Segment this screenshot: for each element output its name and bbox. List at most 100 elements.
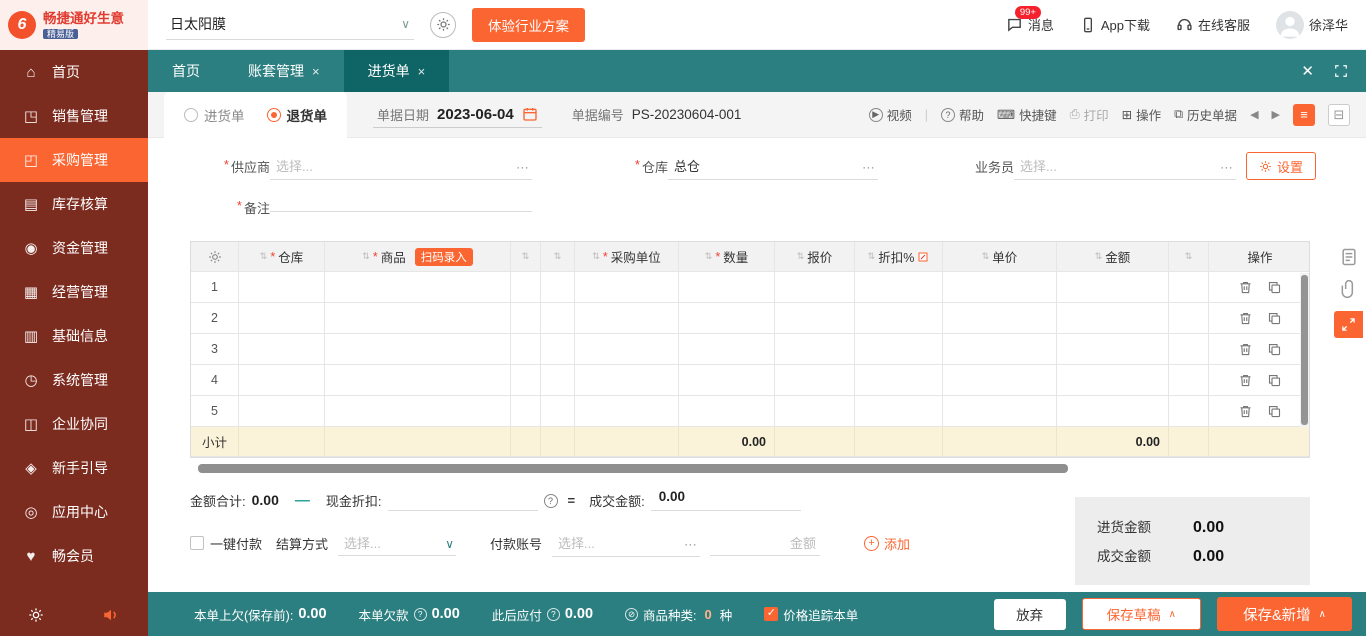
sort-icon[interactable]: ⇅ <box>592 251 600 262</box>
col-header-warehouse[interactable]: ⇅ * 仓库 <box>239 242 325 271</box>
document-date-field[interactable]: 单据日期 2023-06-04 <box>373 102 542 128</box>
cell-unit[interactable] <box>575 272 679 302</box>
vertical-scrollbar[interactable] <box>1300 273 1309 427</box>
cell-discount[interactable] <box>855 334 943 364</box>
delete-row-button[interactable] <box>1238 373 1253 388</box>
expand-panel-button[interactable] <box>1334 311 1363 338</box>
cell-unit[interactable] <box>575 396 679 426</box>
hotkeys-button[interactable]: ⌨ 快捷键 <box>997 105 1057 124</box>
cell-warehouse[interactable] <box>239 365 325 395</box>
sidebar-item-funds[interactable]: ◉ 资金管理 <box>0 226 148 270</box>
sort-icon[interactable]: ⇅ <box>868 251 876 262</box>
sidebar-sound-button[interactable] <box>102 606 120 624</box>
radio-purchase-order[interactable]: 进货单 <box>184 105 245 125</box>
sort-icon[interactable]: ⇅ <box>982 251 990 262</box>
cell-unit-price[interactable] <box>943 272 1057 302</box>
help-icon[interactable]: ? <box>413 607 427 621</box>
copy-row-button[interactable] <box>1267 311 1282 326</box>
sort-icon[interactable]: ⇅ <box>797 251 805 262</box>
save-draft-button[interactable]: 保存草稿 ∧ <box>1081 598 1201 630</box>
cell-goods[interactable] <box>325 334 511 364</box>
cell-unit[interactable] <box>575 303 679 333</box>
grid-settings-button[interactable]: 设置 <box>1245 152 1316 180</box>
copy-row-button[interactable] <box>1267 404 1282 419</box>
cell-qty[interactable] <box>679 365 775 395</box>
cell-goods[interactable] <box>325 365 511 395</box>
supplier-select[interactable]: 选择... ⋯ <box>270 152 532 180</box>
more-icon[interactable]: ⋯ <box>516 160 530 176</box>
cell-quote[interactable] <box>775 334 855 364</box>
attachment-button[interactable] <box>1339 279 1359 299</box>
cell-unit[interactable] <box>575 334 679 364</box>
more-icon[interactable]: ⋯ <box>684 537 698 553</box>
sidebar-item-inventory[interactable]: ▤ 库存核算 <box>0 182 148 226</box>
help-icon[interactable]: ? <box>543 494 558 508</box>
settle-method-select[interactable]: 选择... ∨ <box>338 530 457 556</box>
cell-unit-price[interactable] <box>943 365 1057 395</box>
pay-amount-input[interactable]: 金额 <box>710 530 821 556</box>
cell-discount[interactable] <box>855 396 943 426</box>
sort-icon[interactable]: ⇅ <box>1095 251 1103 262</box>
sort-icon[interactable]: ⇅ <box>554 251 562 262</box>
sidebar-item-sales[interactable]: ◳ 销售管理 <box>0 94 148 138</box>
cell-qty[interactable] <box>679 272 775 302</box>
help-icon[interactable]: ? <box>546 607 560 621</box>
operate-button[interactable]: ⊞ 操作 <box>1122 105 1162 124</box>
horizontal-scrollbar[interactable] <box>190 464 1310 473</box>
col-header-quote[interactable]: ⇅ 报价 <box>775 242 855 271</box>
fullscreen-icon[interactable] <box>1334 64 1348 78</box>
user-menu[interactable]: 徐泽华 <box>1275 10 1348 39</box>
col-header-extra-2[interactable]: ⇅ <box>541 242 575 271</box>
company-select[interactable]: 日太阳膜 ∨ <box>166 9 414 40</box>
sidebar-item-enterprise[interactable]: ◫ 企业协同 <box>0 402 148 446</box>
copy-row-button[interactable] <box>1267 373 1282 388</box>
cell-qty[interactable] <box>679 334 775 364</box>
cell-amount[interactable] <box>1057 396 1169 426</box>
tab-purchase-order[interactable]: 进货单 × <box>343 50 450 92</box>
cell-quote[interactable] <box>775 303 855 333</box>
close-all-tabs-icon[interactable]: ✕ <box>1301 62 1314 80</box>
vertical-scrollbar-thumb[interactable] <box>1301 275 1308 425</box>
sidebar-item-guide[interactable]: ◈ 新手引导 <box>0 446 148 490</box>
delete-row-button[interactable] <box>1238 342 1253 357</box>
remark-input[interactable] <box>270 203 532 212</box>
messages-button[interactable]: 99+ 消息 <box>1006 6 1054 34</box>
sort-icon[interactable]: ⇅ <box>362 251 370 262</box>
sidebar-item-member[interactable]: ♥ 畅会员 <box>0 534 148 578</box>
col-header-goods[interactable]: ⇅ * 商品 扫码录入 <box>325 242 511 271</box>
cell-amount[interactable] <box>1057 303 1169 333</box>
warehouse-select[interactable]: 总仓 ⋯ <box>668 152 878 180</box>
cell-quote[interactable] <box>775 396 855 426</box>
sort-icon[interactable]: ⇅ <box>260 251 268 262</box>
table-view-button[interactable]: ⊟ <box>1328 103 1350 126</box>
horizontal-scrollbar-thumb[interactable] <box>198 464 1068 473</box>
save-and-new-button[interactable]: 保存&新增 ∧ <box>1217 597 1352 631</box>
col-header-extra-1[interactable]: ⇅ <box>511 242 541 271</box>
pay-account-select[interactable]: 选择... ⋯ <box>552 529 701 557</box>
cell-warehouse[interactable] <box>239 272 325 302</box>
cell-discount[interactable] <box>855 303 943 333</box>
delete-row-button[interactable] <box>1238 311 1253 326</box>
notes-panel-button[interactable] <box>1339 247 1359 267</box>
close-tab-icon[interactable]: × <box>312 64 320 79</box>
sort-icon[interactable]: ⇅ <box>705 251 713 262</box>
cell-discount[interactable] <box>855 272 943 302</box>
print-button[interactable]: ⎙ 打印 <box>1070 105 1109 124</box>
sidebar-item-purchase[interactable]: ◰ 采购管理 <box>0 138 148 182</box>
column-settings-button[interactable] <box>191 242 239 271</box>
cell-unit-price[interactable] <box>943 303 1057 333</box>
discard-button[interactable]: 放弃 <box>993 598 1066 630</box>
online-service-button[interactable]: 在线客服 <box>1176 15 1250 34</box>
list-view-button[interactable]: ≡ <box>1293 103 1315 126</box>
help-button[interactable]: ? 帮助 <box>941 105 984 124</box>
header-settings-button[interactable] <box>430 11 456 38</box>
delete-row-button[interactable] <box>1238 404 1253 419</box>
sidebar-item-app-center[interactable]: ◎ 应用中心 <box>0 490 148 534</box>
col-header-amount[interactable]: ⇅ 金额 <box>1057 242 1169 271</box>
cell-qty[interactable] <box>679 303 775 333</box>
radio-return-order[interactable]: 退货单 <box>266 105 327 125</box>
history-button[interactable]: ⧉ 历史单据 <box>1174 105 1237 124</box>
sidebar-item-system[interactable]: ◷ 系统管理 <box>0 358 148 402</box>
delete-row-button[interactable] <box>1238 280 1253 295</box>
cell-goods[interactable] <box>325 303 511 333</box>
